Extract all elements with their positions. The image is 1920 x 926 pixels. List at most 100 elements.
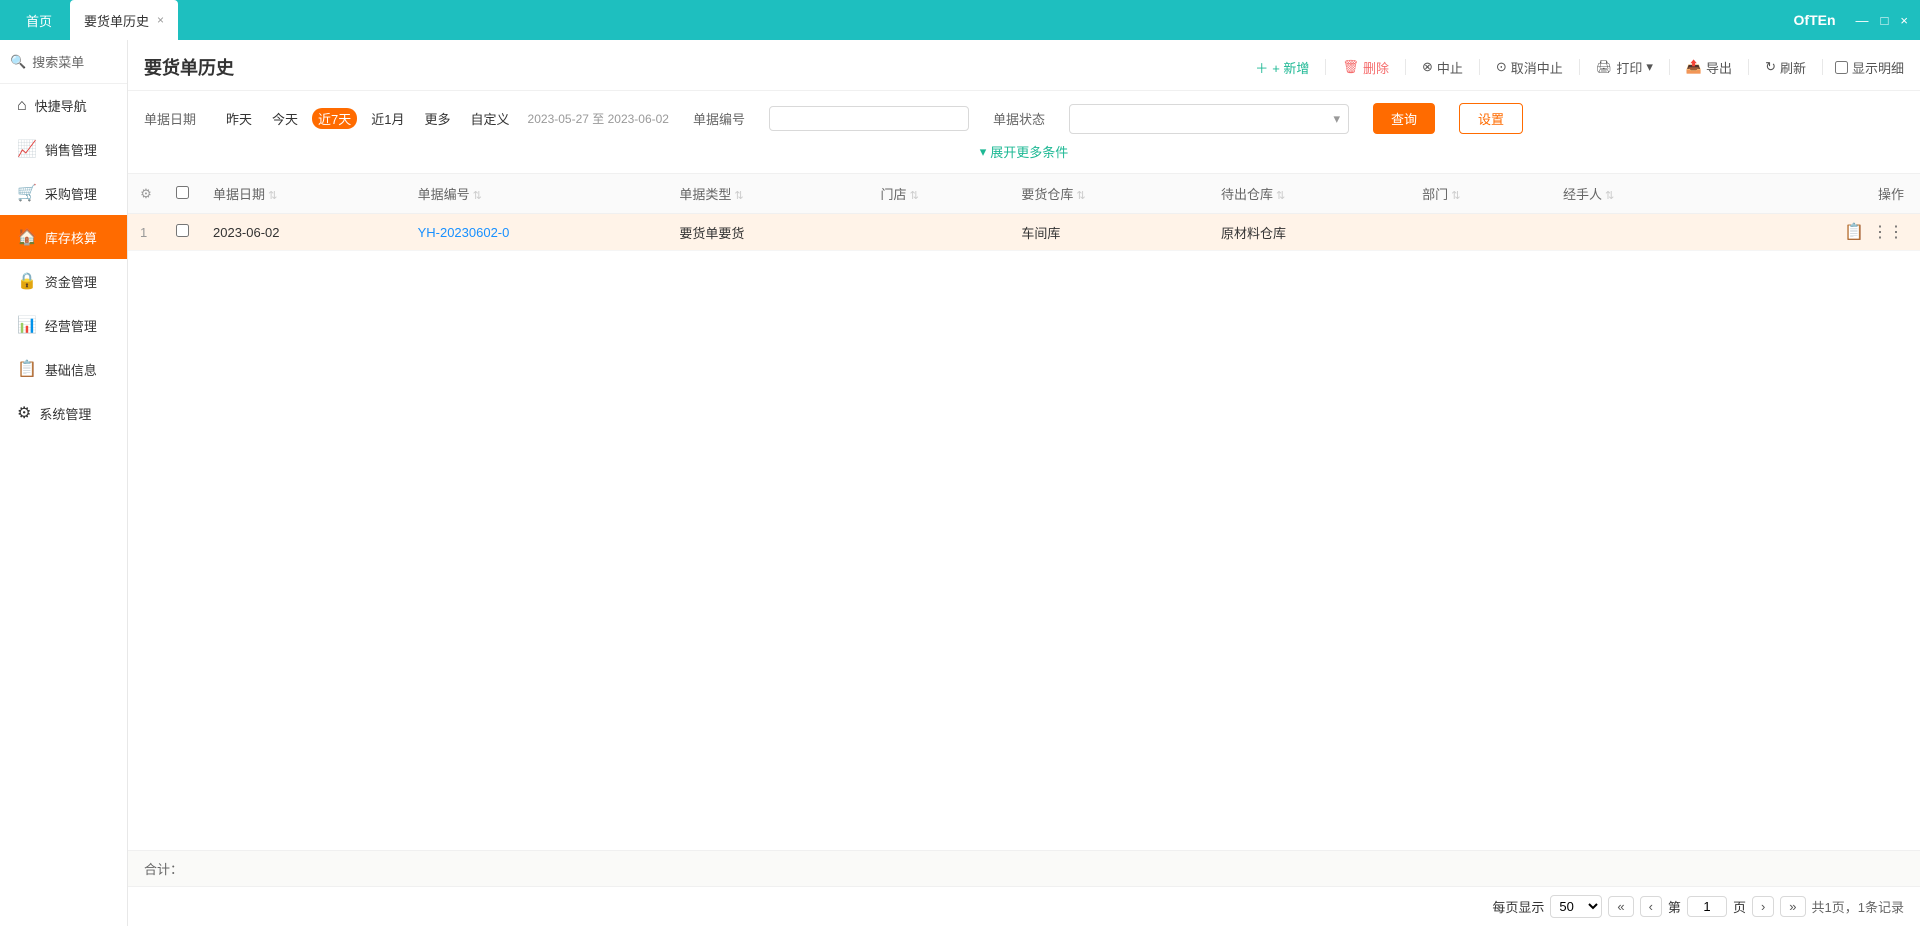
row-doc-type-cell: 要货单要货 xyxy=(667,214,868,251)
doc-no-label: 单据编号 xyxy=(693,109,745,128)
last-page-button[interactable]: » xyxy=(1780,896,1805,917)
col-req-warehouse[interactable]: 要货仓库 xyxy=(1009,174,1209,214)
next-page-button[interactable]: › xyxy=(1752,896,1774,917)
row-date-cell: 2023-06-02 xyxy=(201,214,406,251)
sidebar-item-label: 系统管理 xyxy=(39,404,91,423)
table-row: 1 2023-06-02 YH-20230602-0 要货单要货 车间库 xyxy=(128,214,1920,251)
sidebar-item-quick-nav[interactable]: ⌂ 快捷导航 xyxy=(0,84,127,127)
prev-page-button[interactable]: ‹ xyxy=(1640,896,1662,917)
suspend-button[interactable]: ⊗ 中止 xyxy=(1418,56,1467,79)
row-checkbox[interactable] xyxy=(176,224,189,237)
divider-7 xyxy=(1822,59,1823,75)
query-button[interactable]: 查询 xyxy=(1373,103,1435,134)
tab-history[interactable]: 要货单历史 × xyxy=(70,0,178,40)
refresh-label: 刷新 xyxy=(1780,58,1806,77)
tab-close-icon[interactable]: × xyxy=(157,13,164,27)
sidebar-item-label: 销售管理 xyxy=(45,140,97,159)
row-store-cell xyxy=(869,214,1010,251)
doc-no-link[interactable]: YH-20230602-0 xyxy=(418,225,510,240)
settings-button[interactable]: 设置 xyxy=(1459,103,1523,134)
col-pending-warehouse[interactable]: 待出仓库 xyxy=(1209,174,1410,214)
sidebar-item-purchase[interactable]: 🛒 采购管理 xyxy=(0,171,127,215)
new-label: + 新增 xyxy=(1272,58,1309,77)
close-window-button[interactable]: × xyxy=(1900,13,1908,28)
data-table: ⚙ 单据日期 单据编号 单据类型 门店 要货仓库 待出仓库 部门 经手人 xyxy=(128,174,1920,251)
row-action-cell: 📋 ⋮⋮ xyxy=(1721,214,1920,251)
delete-button[interactable]: 🗑 删除 xyxy=(1338,56,1393,79)
col-checkbox[interactable] xyxy=(164,174,201,214)
inventory-icon: 🏠 xyxy=(17,227,37,247)
sidebar-item-operation[interactable]: 📊 经营管理 xyxy=(0,303,127,347)
page-header: 要货单历史 ＋ + 新增 🗑 删除 ⊗ 中止 xyxy=(128,40,1920,91)
page-size-label: 每页显示 xyxy=(1492,897,1544,916)
print-icon: 🖨 xyxy=(1596,59,1613,75)
select-all-checkbox[interactable] xyxy=(176,186,189,199)
sidebar-search-label: 搜索菜单 xyxy=(32,52,84,71)
date-option-more[interactable]: 更多 xyxy=(419,108,457,129)
filter-area: 单据日期 昨天 今天 近7天 近1月 更多 自定义 2023-05-27 至 2… xyxy=(128,91,1920,174)
date-option-today[interactable]: 今天 xyxy=(266,108,304,129)
col-store[interactable]: 门店 xyxy=(869,174,1010,214)
col-date[interactable]: 单据日期 xyxy=(201,174,406,214)
table-footer: 合计： xyxy=(128,850,1920,886)
page-number-input[interactable] xyxy=(1687,896,1727,917)
first-page-button[interactable]: « xyxy=(1608,896,1633,917)
sidebar-item-system[interactable]: ⚙ 系统管理 xyxy=(0,391,127,435)
date-option-yesterday[interactable]: 昨天 xyxy=(220,108,258,129)
basic-icon: 📋 xyxy=(17,359,37,379)
print-label: 打印 xyxy=(1616,58,1642,77)
print-dropdown-icon: ▾ xyxy=(1646,59,1653,75)
delete-label: 删除 xyxy=(1363,58,1389,77)
date-option-1month[interactable]: 近1月 xyxy=(365,108,410,129)
export-icon: 📤 xyxy=(1686,59,1702,75)
goto-label: 第 xyxy=(1668,897,1681,916)
more-action-icon[interactable]: ⋮⋮ xyxy=(1872,222,1904,242)
display-cell-button[interactable]: 显示明细 xyxy=(1835,58,1904,77)
tab-home[interactable]: 首页 xyxy=(12,0,66,40)
sidebar-item-label: 采购管理 xyxy=(45,184,97,203)
refresh-button[interactable]: ↻ 刷新 xyxy=(1761,56,1810,79)
sidebar-item-label: 库存核算 xyxy=(45,228,97,247)
col-doc-no[interactable]: 单据编号 xyxy=(406,174,668,214)
new-icon: ＋ xyxy=(1255,58,1268,77)
col-settings[interactable]: ⚙ xyxy=(128,174,164,214)
sidebar-item-label: 经营管理 xyxy=(45,316,97,335)
row-department-cell xyxy=(1410,214,1551,251)
date-option-custom[interactable]: 自定义 xyxy=(465,108,516,129)
edit-action-icon[interactable]: 📋 xyxy=(1844,222,1864,242)
date-option-7days[interactable]: 近7天 xyxy=(312,108,357,129)
display-cell-checkbox[interactable] xyxy=(1835,61,1848,74)
divider-4 xyxy=(1579,59,1580,75)
doc-status-select[interactable]: ▾ xyxy=(1069,104,1349,134)
expand-more-button[interactable]: ▾ 展开更多条件 xyxy=(144,142,1904,161)
row-handler-cell xyxy=(1551,214,1721,251)
pager: 每页显示 50 100 200 « ‹ 第 页 › » 共1页，1条记录 xyxy=(1492,895,1904,918)
print-button[interactable]: 🖨 打印 ▾ xyxy=(1592,56,1657,79)
purchase-icon: 🛒 xyxy=(17,183,37,203)
export-button[interactable]: 📤 导出 xyxy=(1682,56,1736,79)
date-range-display: 2023-05-27 至 2023-06-02 xyxy=(528,110,669,127)
new-button[interactable]: ＋ + 新增 xyxy=(1251,56,1313,79)
row-checkbox-cell[interactable] xyxy=(164,214,201,251)
row-pending-warehouse-cell: 原材料仓库 xyxy=(1209,214,1410,251)
minimize-button[interactable]: — xyxy=(1856,13,1869,28)
page-container: 要货单历史 ＋ + 新增 🗑 删除 ⊗ 中止 xyxy=(128,40,1920,926)
sidebar-search[interactable]: 🔍 搜索菜单 xyxy=(0,40,127,84)
doc-no-input[interactable] xyxy=(769,106,969,131)
page-size-select[interactable]: 50 100 200 xyxy=(1550,895,1602,918)
doc-status-dropdown-icon: ▾ xyxy=(1333,111,1340,127)
sidebar-item-sales[interactable]: 📈 销售管理 xyxy=(0,127,127,171)
filter-row-1: 单据日期 昨天 今天 近7天 近1月 更多 自定义 2023-05-27 至 2… xyxy=(144,103,1904,134)
operation-icon: 📊 xyxy=(17,315,37,335)
col-doc-type[interactable]: 单据类型 xyxy=(667,174,868,214)
divider-1 xyxy=(1325,59,1326,75)
cancel-suspend-button[interactable]: ⊙ 取消中止 xyxy=(1492,56,1567,79)
sidebar-item-basic[interactable]: 📋 基础信息 xyxy=(0,347,127,391)
col-department[interactable]: 部门 xyxy=(1410,174,1551,214)
sidebar-item-inventory[interactable]: 🏠 库存核算 xyxy=(0,215,127,259)
col-handler[interactable]: 经手人 xyxy=(1551,174,1721,214)
home-icon: ⌂ xyxy=(17,97,27,115)
maximize-button[interactable]: □ xyxy=(1881,13,1889,28)
system-icon: ⚙ xyxy=(17,403,31,423)
sidebar-item-finance[interactable]: 🔒 资金管理 xyxy=(0,259,127,303)
